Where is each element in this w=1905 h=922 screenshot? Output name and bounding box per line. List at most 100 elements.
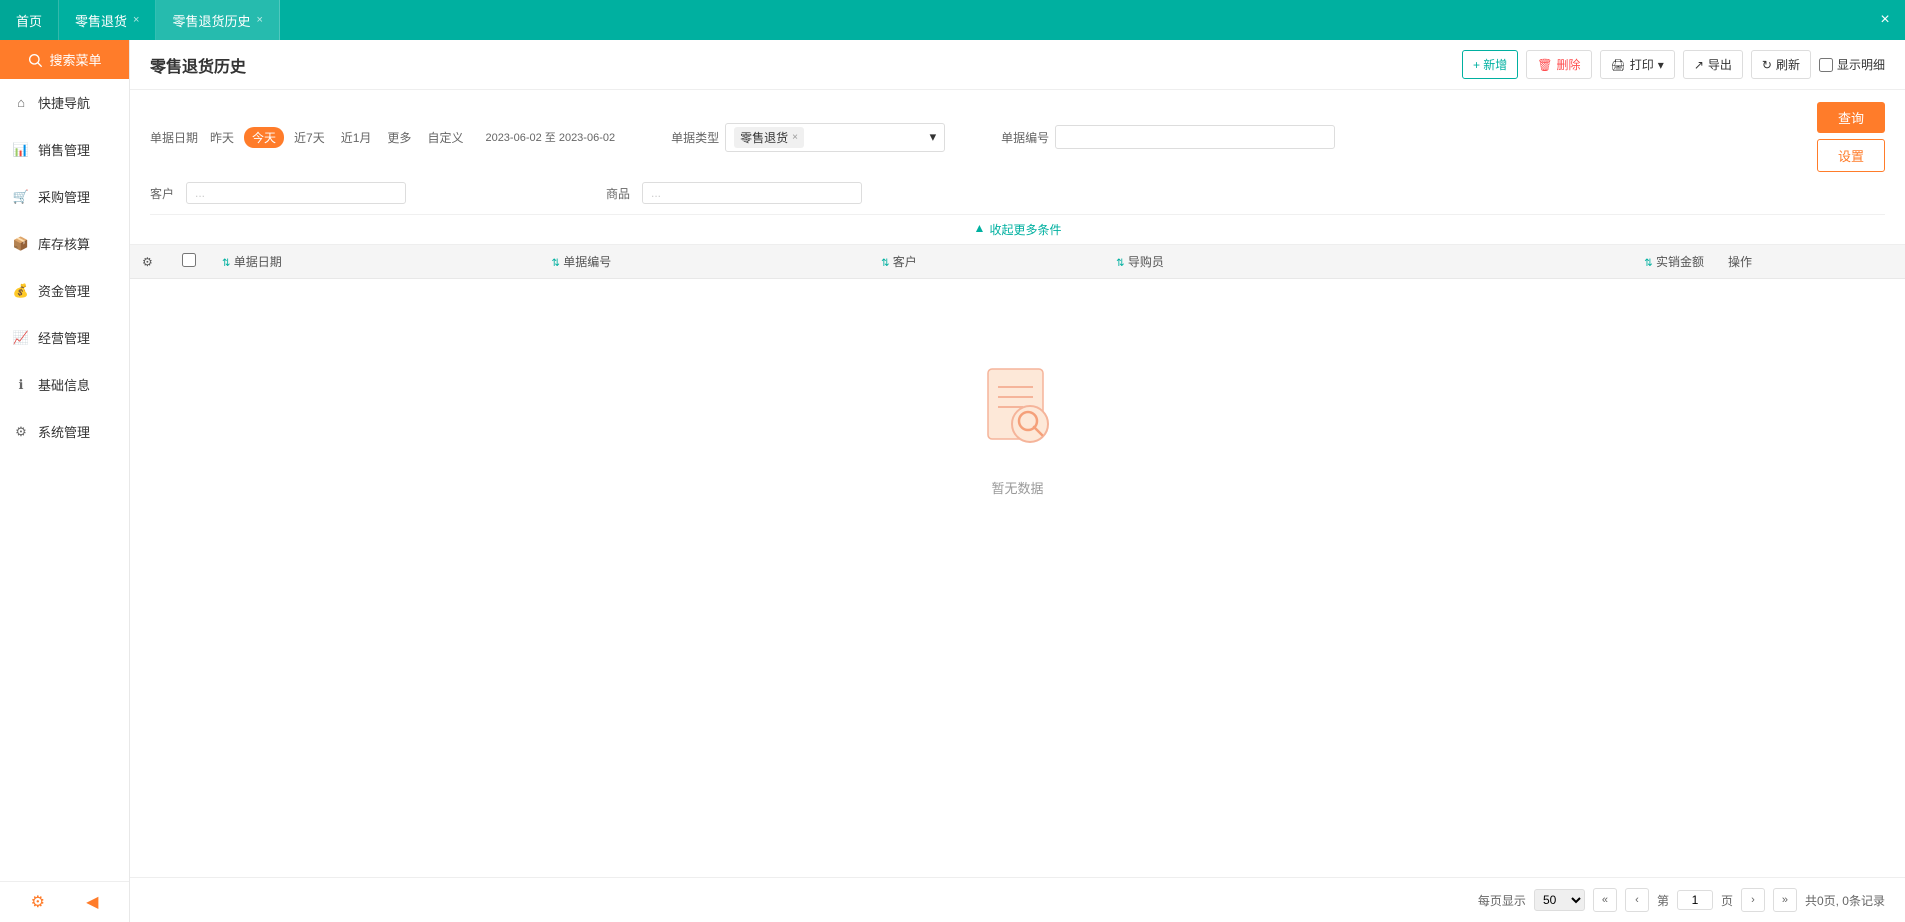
sidebar-item-system-label: 系统管理 — [38, 422, 90, 441]
action-buttons: 查询 设置 — [1817, 102, 1885, 172]
date-btn-1month[interactable]: 近1月 — [335, 127, 378, 148]
empty-text: 暂无数据 — [991, 478, 1043, 497]
sidebar-item-purchase-label: 采购管理 — [38, 187, 90, 206]
date-range-display: 2023-06-02 至 2023-06-02 — [485, 129, 615, 145]
tab-home-label: 首页 — [16, 11, 42, 30]
sidebar-item-sales[interactable]: 📊 销售管理 — [0, 126, 129, 173]
date-btn-today[interactable]: 今天 — [244, 127, 284, 148]
sidebar-item-purchase[interactable]: 🛒 采购管理 — [0, 173, 129, 220]
th-amount-label: 实销金额 — [1656, 255, 1704, 269]
system-icon: ⚙ — [12, 423, 30, 441]
goods-select[interactable]: ... — [642, 182, 862, 204]
th-customer[interactable]: ⇅ 客户 — [869, 245, 1104, 279]
new-button[interactable]: + 新增 — [1462, 50, 1518, 79]
content-area: 零售退货历史 + 新增 🗑 删除 🖨 打印 ▾ ↗ 导出 — [130, 40, 1905, 922]
refresh-button[interactable]: ↻ 刷新 — [1751, 50, 1811, 79]
tab-home[interactable]: 首页 — [0, 0, 59, 40]
th-settings[interactable]: ⚙ — [130, 245, 170, 279]
table-area: ⚙ ⇅ 单据日期 ⇅ 单据编号 — [130, 245, 1905, 877]
th-checkbox — [170, 245, 210, 279]
date-filter-options: 昨天 今天 近7天 近1月 更多 自定义 — [204, 127, 469, 148]
sidebar-item-sales-label: 销售管理 — [38, 140, 90, 159]
th-amount[interactable]: ⇅ 实销金额 — [1386, 245, 1716, 279]
total-label: 共0页, 0条记录 — [1805, 892, 1885, 909]
th-bill-date[interactable]: ⇅ 单据日期 — [210, 245, 540, 279]
filter-row-1: 单据日期 昨天 今天 近7天 近1月 更多 自定义 2023-06-02 至 2… — [150, 102, 1885, 172]
sort-icon-2: ⇅ — [552, 258, 560, 269]
finance-icon: 💰 — [12, 282, 30, 300]
sidebar-menu: ⌂ 快捷导航 📊 销售管理 🛒 采购管理 📦 库存核算 💰 资金管理 — [0, 79, 129, 455]
sidebar-item-inventory[interactable]: 📦 库存核算 — [0, 220, 129, 267]
goods-filter: 商品 ... — [606, 182, 1006, 204]
bill-type-tag-close[interactable]: × — [792, 132, 798, 143]
collapse-sidebar-button[interactable]: ◀ — [86, 892, 98, 912]
query-button[interactable]: 查询 — [1817, 102, 1885, 133]
print-button[interactable]: 🖨 打印 ▾ — [1600, 50, 1675, 79]
date-btn-yesterday[interactable]: 昨天 — [204, 127, 240, 148]
date-btn-7days[interactable]: 近7天 — [288, 127, 331, 148]
pagination-bar: 每页显示 50 20 100 « ‹ 第 页 › » 共0页, 0条记录 — [130, 877, 1905, 922]
sidebar-item-finance[interactable]: 💰 资金管理 — [0, 267, 129, 314]
sidebar: 搜索菜单 ⌂ 快捷导航 📊 销售管理 🛒 采购管理 📦 库存核算 — [0, 40, 130, 922]
tab-retail-return-history[interactable]: 零售退货历史 × — [156, 0, 279, 40]
th-guide[interactable]: ⇅ 导购员 — [1104, 245, 1386, 279]
collapse-filter-bar[interactable]: ▲ 收起更多条件 — [150, 214, 1885, 244]
delete-button[interactable]: 🗑 删除 — [1526, 50, 1591, 79]
sort-icon-3: ⇅ — [881, 258, 889, 269]
empty-illustration — [968, 359, 1068, 462]
sort-icon-5: ⇅ — [1644, 258, 1652, 269]
page-number-input[interactable] — [1677, 890, 1713, 910]
set-button[interactable]: 设置 — [1817, 139, 1885, 172]
customer-label: 客户 — [150, 185, 180, 202]
prev-page-button[interactable]: ‹ — [1625, 888, 1649, 912]
new-button-label: + 新增 — [1473, 56, 1507, 73]
bill-no-input[interactable] — [1055, 125, 1335, 149]
table-header: ⚙ ⇅ 单据日期 ⇅ 单据编号 — [130, 245, 1905, 279]
sidebar-item-system[interactable]: ⚙ 系统管理 — [0, 408, 129, 455]
sidebar-item-home[interactable]: ⌂ 快捷导航 — [0, 79, 129, 126]
date-range-text: 2023-06-02 至 2023-06-02 — [485, 129, 615, 145]
collapse-icon: ▲ — [974, 221, 986, 238]
sidebar-item-finance-label: 资金管理 — [38, 281, 90, 300]
inventory-icon: 📦 — [12, 235, 30, 253]
sidebar-item-info[interactable]: ℹ 基础信息 — [0, 361, 129, 408]
tab-retail-return-close[interactable]: × — [133, 14, 139, 26]
sort-icon: ⇅ — [222, 258, 230, 269]
search-menu-button[interactable]: 搜索菜单 — [0, 40, 129, 79]
tab-retail-return[interactable]: 零售退货 × — [59, 0, 156, 40]
show-detail-label: 显示明细 — [1837, 56, 1885, 73]
search-icon — [27, 52, 43, 68]
business-icon: 📈 — [12, 329, 30, 347]
sidebar-item-business[interactable]: 📈 经营管理 — [0, 314, 129, 361]
table-body: 暂无数据 — [130, 279, 1905, 578]
window-close-button[interactable]: × — [1865, 0, 1905, 40]
bill-type-filter-item: 单据类型 零售退货 × ▾ — [671, 123, 945, 152]
bill-type-tag-text: 零售退货 — [740, 129, 788, 146]
date-btn-custom[interactable]: 自定义 — [421, 127, 469, 148]
goods-label: 商品 — [606, 185, 636, 202]
show-detail-checkbox[interactable] — [1819, 58, 1833, 72]
show-detail-wrap: 显示明细 — [1819, 56, 1885, 73]
customer-select[interactable]: ... — [186, 182, 406, 204]
first-page-button[interactable]: « — [1593, 888, 1617, 912]
per-page-select[interactable]: 50 20 100 — [1534, 889, 1585, 911]
bill-type-select[interactable]: 零售退货 × ▾ — [725, 123, 945, 152]
print-button-label: 打印 — [1630, 56, 1654, 73]
table-settings-icon[interactable]: ⚙ — [142, 255, 153, 269]
export-button-label: 导出 — [1708, 56, 1732, 73]
settings-button[interactable]: ⚙ — [31, 892, 45, 912]
tab-retail-return-history-close[interactable]: × — [256, 14, 262, 26]
last-page-button[interactable]: » — [1773, 888, 1797, 912]
th-bill-no[interactable]: ⇅ 单据编号 — [540, 245, 870, 279]
page-header: 零售退货历史 + 新增 🗑 删除 🖨 打印 ▾ ↗ 导出 — [130, 40, 1905, 90]
info-icon: ℹ — [12, 376, 30, 394]
export-button[interactable]: ↗ 导出 — [1683, 50, 1743, 79]
date-filter-item: 单据日期 昨天 今天 近7天 近1月 更多 自定义 — [150, 127, 469, 148]
bill-no-filter-item: 单据编号 — [1001, 125, 1335, 149]
next-page-button[interactable]: › — [1741, 888, 1765, 912]
sales-icon: 📊 — [12, 141, 30, 159]
date-btn-more[interactable]: 更多 — [381, 127, 417, 148]
select-all-checkbox[interactable] — [182, 253, 196, 267]
search-menu-label: 搜索菜单 — [49, 50, 101, 69]
bill-no-label: 单据编号 — [1001, 129, 1049, 146]
